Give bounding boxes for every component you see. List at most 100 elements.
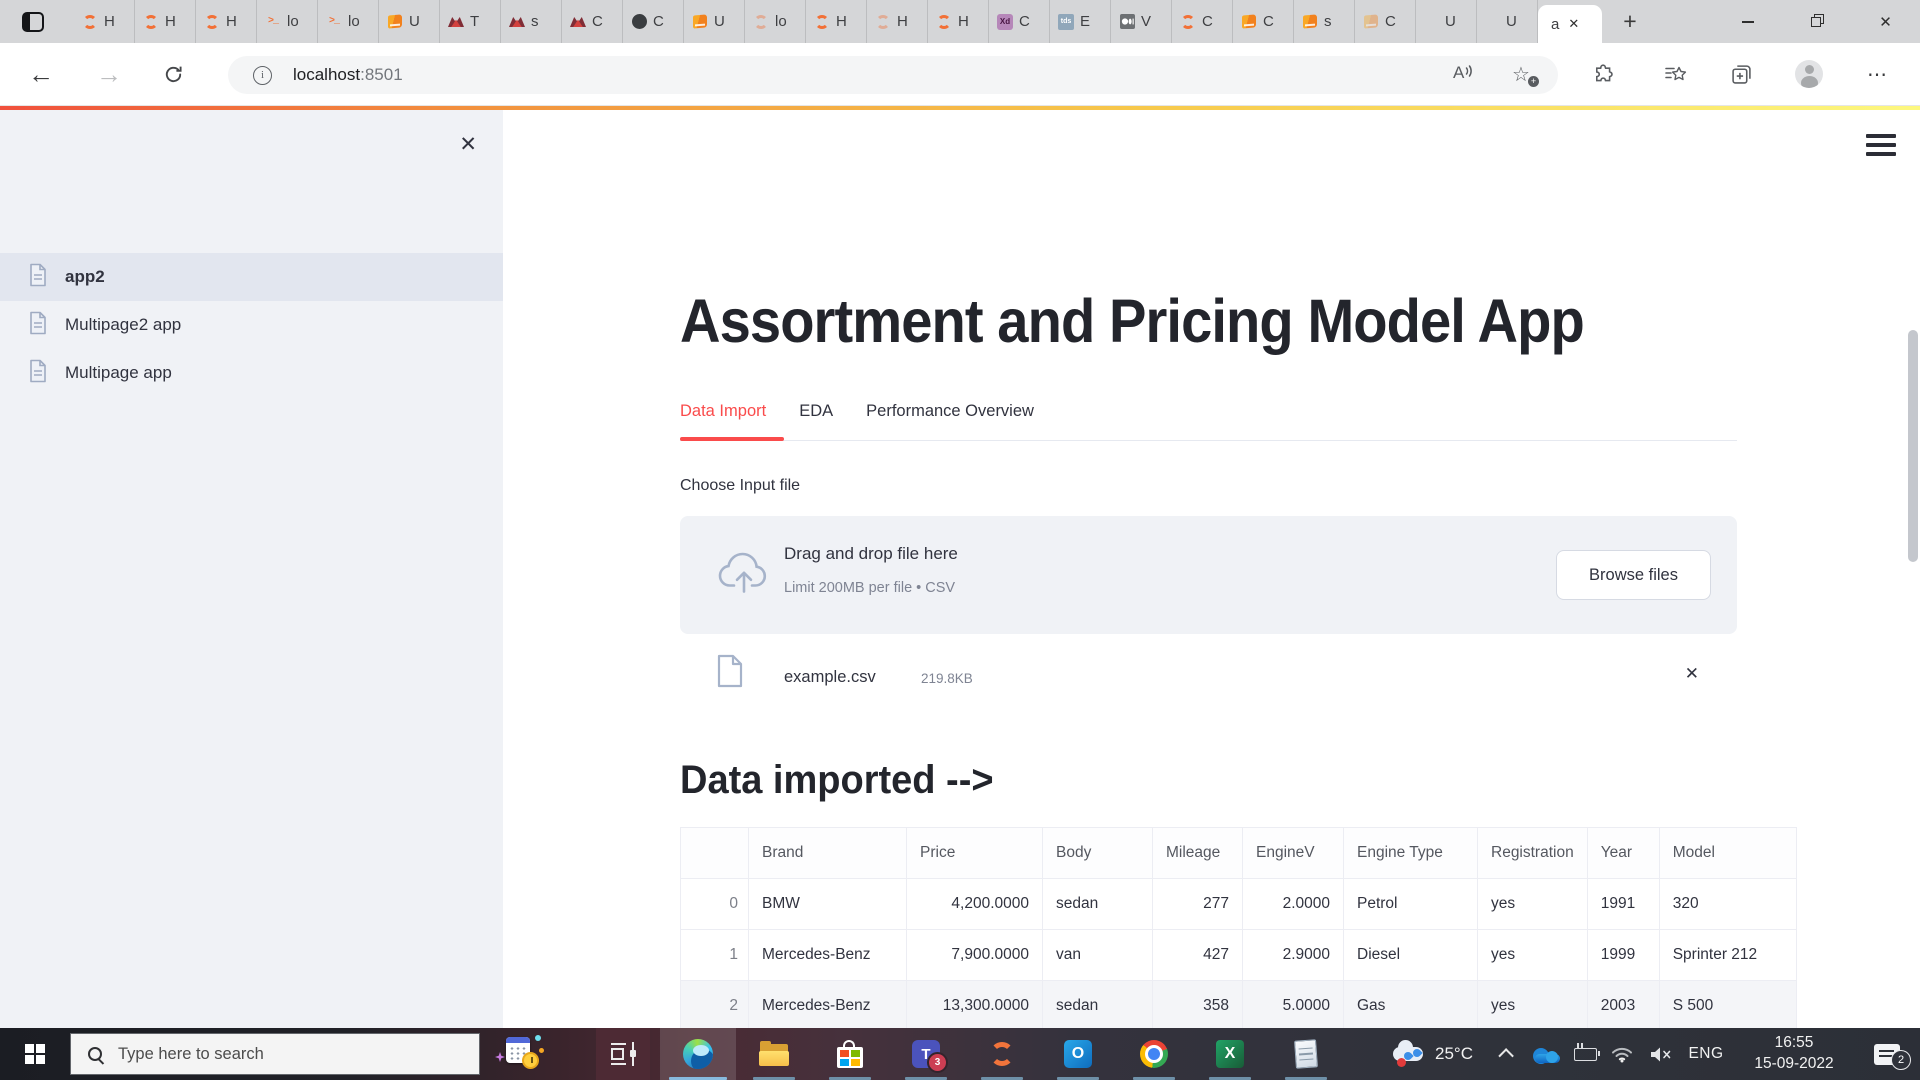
table-header-cell[interactable]: Model — [1658, 827, 1797, 879]
tray-expand-button[interactable] — [1488, 1028, 1526, 1080]
clock-widget[interactable]: 16:55 15-09-2022 — [1732, 1028, 1856, 1080]
browser-tab[interactable]: lo — [745, 0, 806, 43]
browser-tab[interactable]: Xd C — [989, 0, 1050, 43]
browser-tab[interactable]: H — [74, 0, 135, 43]
tab-favicon-orange-ring — [143, 14, 159, 30]
browser-tab[interactable]: >_ lo — [318, 0, 379, 43]
taskbar-app-streamlit[interactable] — [964, 1028, 1040, 1080]
browser-tab[interactable]: C — [1355, 0, 1416, 43]
tab-close-icon[interactable]: ✕ — [1568, 16, 1579, 32]
add-favorite-button[interactable]: ☆ + — [1512, 62, 1539, 87]
browser-tab[interactable]: C — [562, 0, 623, 43]
restore-button[interactable] — [1782, 0, 1851, 43]
browser-tab[interactable]: U — [379, 0, 440, 43]
network-tray-button[interactable] — [1604, 1028, 1640, 1080]
tab-favicon-orange-ring — [1180, 14, 1196, 30]
browser-tab[interactable]: H — [196, 0, 257, 43]
browser-tab[interactable]: U — [1416, 0, 1477, 43]
language-indicator[interactable]: ENG — [1680, 1028, 1732, 1080]
taskbar-app-microsoft-store[interactable] — [812, 1028, 888, 1080]
browser-tab[interactable]: H — [928, 0, 989, 43]
browser-tab[interactable]: V — [1111, 0, 1172, 43]
browser-tab-active[interactable]: a ✕ — [1538, 5, 1602, 43]
browser-tab[interactable]: C — [623, 0, 684, 43]
taskbar-app-edge[interactable] — [660, 1028, 736, 1080]
table-header-cell[interactable]: Mileage — [1152, 827, 1243, 879]
onedrive-icon — [1531, 1044, 1561, 1064]
taskbar-app-notepad[interactable] — [1268, 1028, 1344, 1080]
address-bar[interactable]: i localhost:8501 A ☆ + — [228, 56, 1558, 94]
sidebar-item-multipage-app[interactable]: Multipage app — [0, 349, 503, 397]
app-tab-eda[interactable]: EDA — [799, 402, 833, 421]
browser-tab[interactable]: U — [1477, 0, 1538, 43]
browse-files-button[interactable]: Browse files — [1556, 550, 1711, 600]
taskbar-app-file-explorer[interactable] — [736, 1028, 812, 1080]
forward-button[interactable]: → — [88, 43, 130, 105]
refresh-icon — [165, 66, 182, 82]
tab-label: H — [165, 13, 176, 30]
start-button[interactable] — [0, 1028, 70, 1080]
collections-button[interactable] — [1724, 43, 1758, 105]
browser-tab[interactable]: H — [135, 0, 196, 43]
sidebar-item-multipage2-app[interactable]: Multipage2 app — [0, 301, 503, 349]
taskbar-search-input[interactable]: Type here to search — [70, 1033, 480, 1075]
extensions-button[interactable] — [1586, 43, 1620, 105]
table-header-cell[interactable]: Year — [1586, 827, 1660, 879]
table-header-cell[interactable]: Engine Type — [1343, 827, 1478, 879]
browser-tab[interactable]: H — [867, 0, 928, 43]
browser-tab[interactable]: U — [684, 0, 745, 43]
teams-icon: T3 — [912, 1040, 948, 1073]
table-header-cell[interactable]: Price — [906, 827, 1043, 879]
volume-tray-button[interactable] — [1640, 1028, 1680, 1080]
browser-tab[interactable]: s — [1294, 0, 1355, 43]
sidebar-item-app2[interactable]: app2 — [0, 253, 503, 301]
notification-center-button[interactable]: 2 — [1856, 1028, 1918, 1080]
browser-tab-list: H H H >_ lo >_ lo U Ts C C Ulo H H H Xd Ctds E V C Cs C U U — [74, 0, 1538, 43]
browser-tab[interactable]: s — [501, 0, 562, 43]
taskbar-app-chrome[interactable] — [1116, 1028, 1192, 1080]
profile-button[interactable] — [1792, 43, 1826, 105]
task-view-button[interactable] — [596, 1028, 650, 1080]
taskbar-app-excel[interactable]: X — [1192, 1028, 1268, 1080]
browser-tab[interactable]: C — [1233, 0, 1294, 43]
taskbar-app-outlook[interactable]: O — [1040, 1028, 1116, 1080]
tab-favicon-terminal: >_ — [328, 16, 340, 27]
remove-file-icon[interactable]: ✕ — [1685, 664, 1699, 684]
browser-tab[interactable]: H — [806, 0, 867, 43]
table-header-cell[interactable]: Body — [1042, 827, 1153, 879]
app-menu-icon[interactable] — [1866, 134, 1896, 158]
browser-tab[interactable]: >_ lo — [257, 0, 318, 43]
browser-tab[interactable]: C — [1172, 0, 1233, 43]
sidebar-close-icon[interactable]: ✕ — [459, 132, 477, 157]
taskbar-app-teams[interactable]: T3 — [888, 1028, 964, 1080]
favorites-button[interactable] — [1658, 43, 1692, 105]
battery-tray-button[interactable] — [1566, 1028, 1604, 1080]
table-header-cell[interactable]: Brand — [748, 827, 907, 879]
table-header-cell[interactable]: Registration — [1477, 827, 1588, 879]
table-cell: 1991 — [1586, 878, 1660, 930]
read-aloud-button[interactable]: A — [1453, 63, 1474, 83]
table-header-cell[interactable]: EngineV — [1242, 827, 1344, 879]
file-dropzone[interactable]: Drag and drop file here Limit 200MB per … — [680, 516, 1737, 634]
browser-tab[interactable]: tds E — [1050, 0, 1111, 43]
page-scrollbar[interactable] — [1908, 330, 1918, 562]
search-highlight-icon[interactable] — [495, 1035, 544, 1073]
refresh-button[interactable] — [152, 43, 194, 105]
browser-tab-strip: H H H >_ lo >_ lo U Ts C C Ulo H H H Xd Ctds E V C Cs C U U a ✕… — [0, 0, 1920, 43]
new-tab-button[interactable]: + — [1614, 4, 1646, 38]
back-button[interactable]: ← — [20, 43, 62, 105]
close-window-button[interactable]: ✕ — [1851, 0, 1920, 43]
weather-widget[interactable]: 25°C — [1376, 1028, 1488, 1080]
app-tab-data-import[interactable]: Data Import — [680, 402, 766, 421]
minimize-button[interactable] — [1713, 0, 1782, 43]
browser-tab[interactable]: T — [440, 0, 501, 43]
onedrive-tray-button[interactable] — [1526, 1028, 1566, 1080]
table-header-cell[interactable] — [680, 827, 749, 879]
tab-label: lo — [287, 13, 299, 30]
notification-icon: 2 — [1874, 1043, 1911, 1070]
app-tab-performance-overview[interactable]: Performance Overview — [866, 402, 1034, 421]
settings-menu-button[interactable]: ⋯ — [1860, 43, 1894, 105]
site-info-icon[interactable]: i — [253, 65, 272, 85]
table-cell: 320 — [1658, 878, 1797, 930]
tab-actions-button[interactable] — [14, 7, 52, 37]
